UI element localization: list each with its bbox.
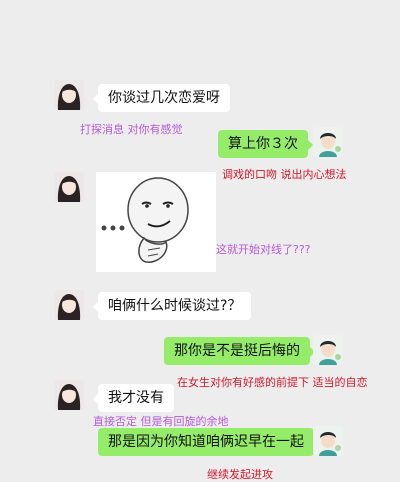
boy-avatar[interactable] bbox=[313, 335, 343, 365]
message-bubble[interactable]: 那是因为你知道咱俩迟早在一起 bbox=[98, 428, 319, 456]
annotation-note: 调戏的口吻 说出内心想法 bbox=[222, 168, 347, 181]
annotation-note: 打探消息 对你有感觉 bbox=[80, 123, 183, 136]
girl-avatar[interactable] bbox=[54, 290, 84, 320]
girl-avatar[interactable] bbox=[54, 80, 84, 110]
annotation-note: 在女生对你有好感的前提下 适当的自恋 bbox=[177, 376, 368, 389]
boy-avatar[interactable] bbox=[313, 426, 343, 456]
boy-avatar[interactable] bbox=[313, 127, 343, 157]
message-bubble[interactable]: 算上你３次 bbox=[218, 130, 313, 158]
message-bubble[interactable]: 你谈过几次恋爱呀 bbox=[93, 84, 230, 112]
annotation-note: 直接否定 但是有回旋的余地 bbox=[93, 415, 229, 428]
girl-avatar[interactable] bbox=[54, 172, 84, 202]
meme-face-sticker[interactable] bbox=[96, 172, 216, 272]
message-bubble[interactable]: 我才没有 bbox=[93, 384, 174, 412]
message-bubble[interactable]: 那你是不是挺后悔的 bbox=[164, 337, 315, 365]
annotation-note: 这就开始对线了??? bbox=[216, 243, 311, 256]
message-bubble[interactable]: 咱俩什么时候谈过?？ bbox=[92, 292, 252, 320]
girl-avatar[interactable] bbox=[54, 380, 84, 410]
